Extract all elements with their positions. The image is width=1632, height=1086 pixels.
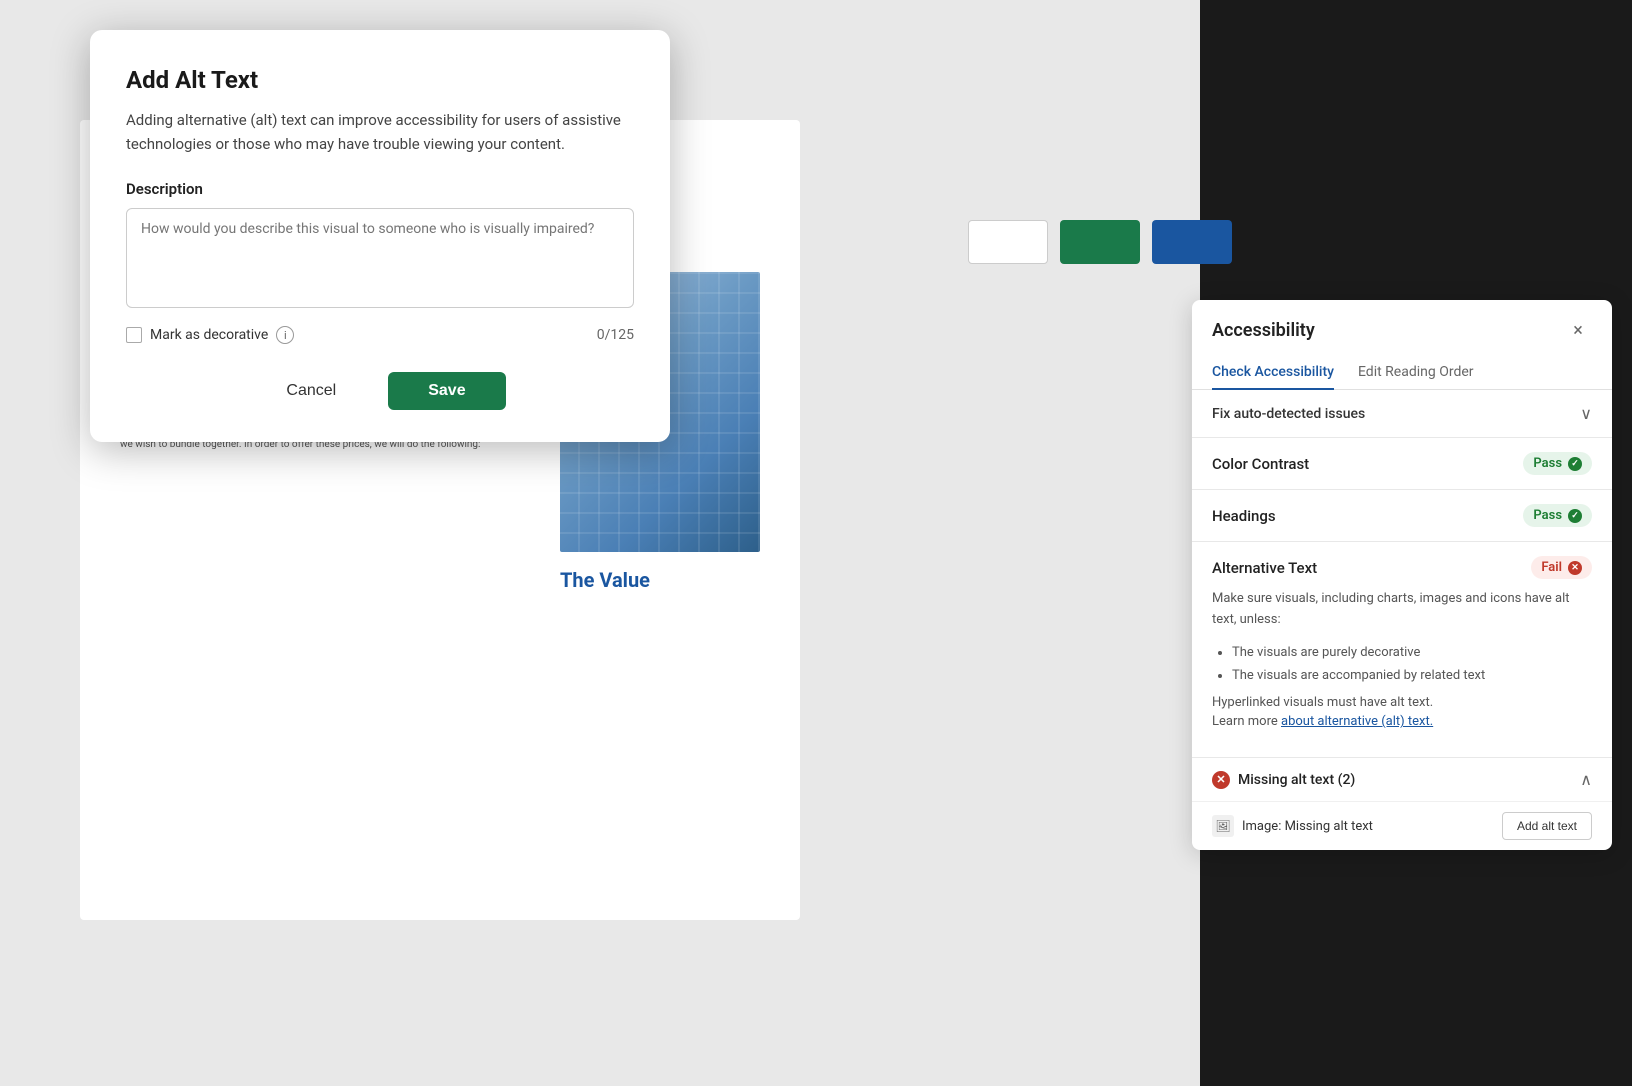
color-contrast-item[interactable]: Color Contrast Pass ✓: [1192, 437, 1612, 489]
missing-alt-row: 🖼 Image: Missing alt text Add alt text: [1192, 801, 1612, 850]
swatch-white[interactable]: [968, 220, 1048, 264]
modal-char-count: 0/125: [597, 327, 634, 343]
missing-alt-item-label: 🖼 Image: Missing alt text: [1212, 815, 1373, 837]
alt-text-section: Alternative Text Fail ✕ Make sure visual…: [1192, 541, 1612, 757]
fail-x-icon: ✕: [1568, 561, 1582, 575]
color-contrast-status: Pass: [1533, 456, 1562, 471]
missing-alt-label: Missing alt text (2): [1238, 772, 1355, 788]
alt-text-label: Alternative Text: [1212, 559, 1317, 577]
headings-label: Headings: [1212, 507, 1276, 525]
swatch-green[interactable]: [1060, 220, 1140, 264]
alt-text-learn-more: Learn more about alternative (alt) text.: [1212, 714, 1592, 729]
alt-text-badge: Fail ✕: [1531, 556, 1592, 579]
modal-checkbox-row: Mark as decorative i: [126, 326, 294, 344]
headings-status: Pass: [1533, 508, 1562, 523]
alt-text-bullet-1: The visuals are purely decorative: [1232, 641, 1592, 664]
headings-pass-icon: ✓: [1568, 509, 1582, 523]
cancel-button[interactable]: Cancel: [254, 372, 368, 410]
alt-text-desc: Make sure visuals, including charts, ima…: [1212, 589, 1592, 631]
modal-description: Adding alternative (alt) text can improv…: [126, 108, 634, 156]
save-button[interactable]: Save: [388, 372, 505, 410]
alt-text-status: Fail: [1541, 560, 1562, 575]
headings-badge: Pass ✓: [1523, 504, 1592, 527]
alt-text-list: The visuals are purely decorative The vi…: [1212, 641, 1592, 688]
swatch-blue[interactable]: [1152, 220, 1232, 264]
decorative-checkbox-label: Mark as decorative: [150, 327, 268, 343]
image-thumbnail-icon: 🖼: [1212, 815, 1234, 837]
modal-bottom-row: Mark as decorative i 0/125: [126, 326, 634, 344]
alt-text-learn-more-link[interactable]: about alternative (alt) text.: [1281, 714, 1433, 729]
tab-edit-reading-order[interactable]: Edit Reading Order: [1358, 356, 1474, 390]
missing-alt-chevron-icon: ∧: [1580, 770, 1592, 789]
decorative-info-icon[interactable]: i: [276, 326, 294, 344]
decorative-checkbox[interactable]: [126, 327, 142, 343]
panel-body: Fix auto-detected issues ∨ Color Contras…: [1192, 390, 1612, 850]
fail-circle-icon: ✕: [1212, 771, 1230, 789]
color-contrast-badge: Pass ✓: [1523, 452, 1592, 475]
panel-close-button[interactable]: ×: [1564, 316, 1592, 344]
missing-alt-left: ✕ Missing alt text (2): [1212, 771, 1355, 789]
missing-alt-header[interactable]: ✕ Missing alt text (2) ∧: [1192, 757, 1612, 801]
accessibility-panel: Accessibility × Check Accessibility Edit…: [1192, 300, 1612, 850]
panel-header: Accessibility ×: [1192, 300, 1612, 344]
modal-title: Add Alt Text: [126, 66, 634, 94]
add-alt-text-modal: Add Alt Text Adding alternative (alt) te…: [90, 30, 670, 442]
color-swatches-row: [968, 220, 1232, 264]
panel-tabs: Check Accessibility Edit Reading Order: [1192, 356, 1612, 390]
chevron-down-icon: ∨: [1580, 404, 1592, 423]
alt-text-bullet-2: The visuals are accompanied by related t…: [1232, 664, 1592, 687]
color-contrast-label: Color Contrast: [1212, 455, 1309, 473]
tab-check-accessibility[interactable]: Check Accessibility: [1212, 356, 1334, 390]
alt-text-hyperlinked: Hyperlinked visuals must have alt text.: [1212, 695, 1592, 710]
fix-issues-label: Fix auto-detected issues: [1212, 406, 1365, 422]
modal-overlay: Add Alt Text Adding alternative (alt) te…: [0, 0, 760, 1086]
headings-item[interactable]: Headings Pass ✓: [1192, 489, 1612, 541]
fix-issues-header[interactable]: Fix auto-detected issues ∨: [1192, 390, 1612, 437]
pass-check-icon: ✓: [1568, 457, 1582, 471]
modal-actions: Cancel Save: [126, 372, 634, 410]
add-alt-text-button[interactable]: Add alt text: [1502, 812, 1592, 840]
alt-text-textarea[interactable]: [126, 208, 634, 308]
modal-field-label: Description: [126, 180, 634, 198]
panel-title: Accessibility: [1212, 320, 1315, 341]
alt-text-header: Alternative Text Fail ✕: [1212, 556, 1592, 579]
